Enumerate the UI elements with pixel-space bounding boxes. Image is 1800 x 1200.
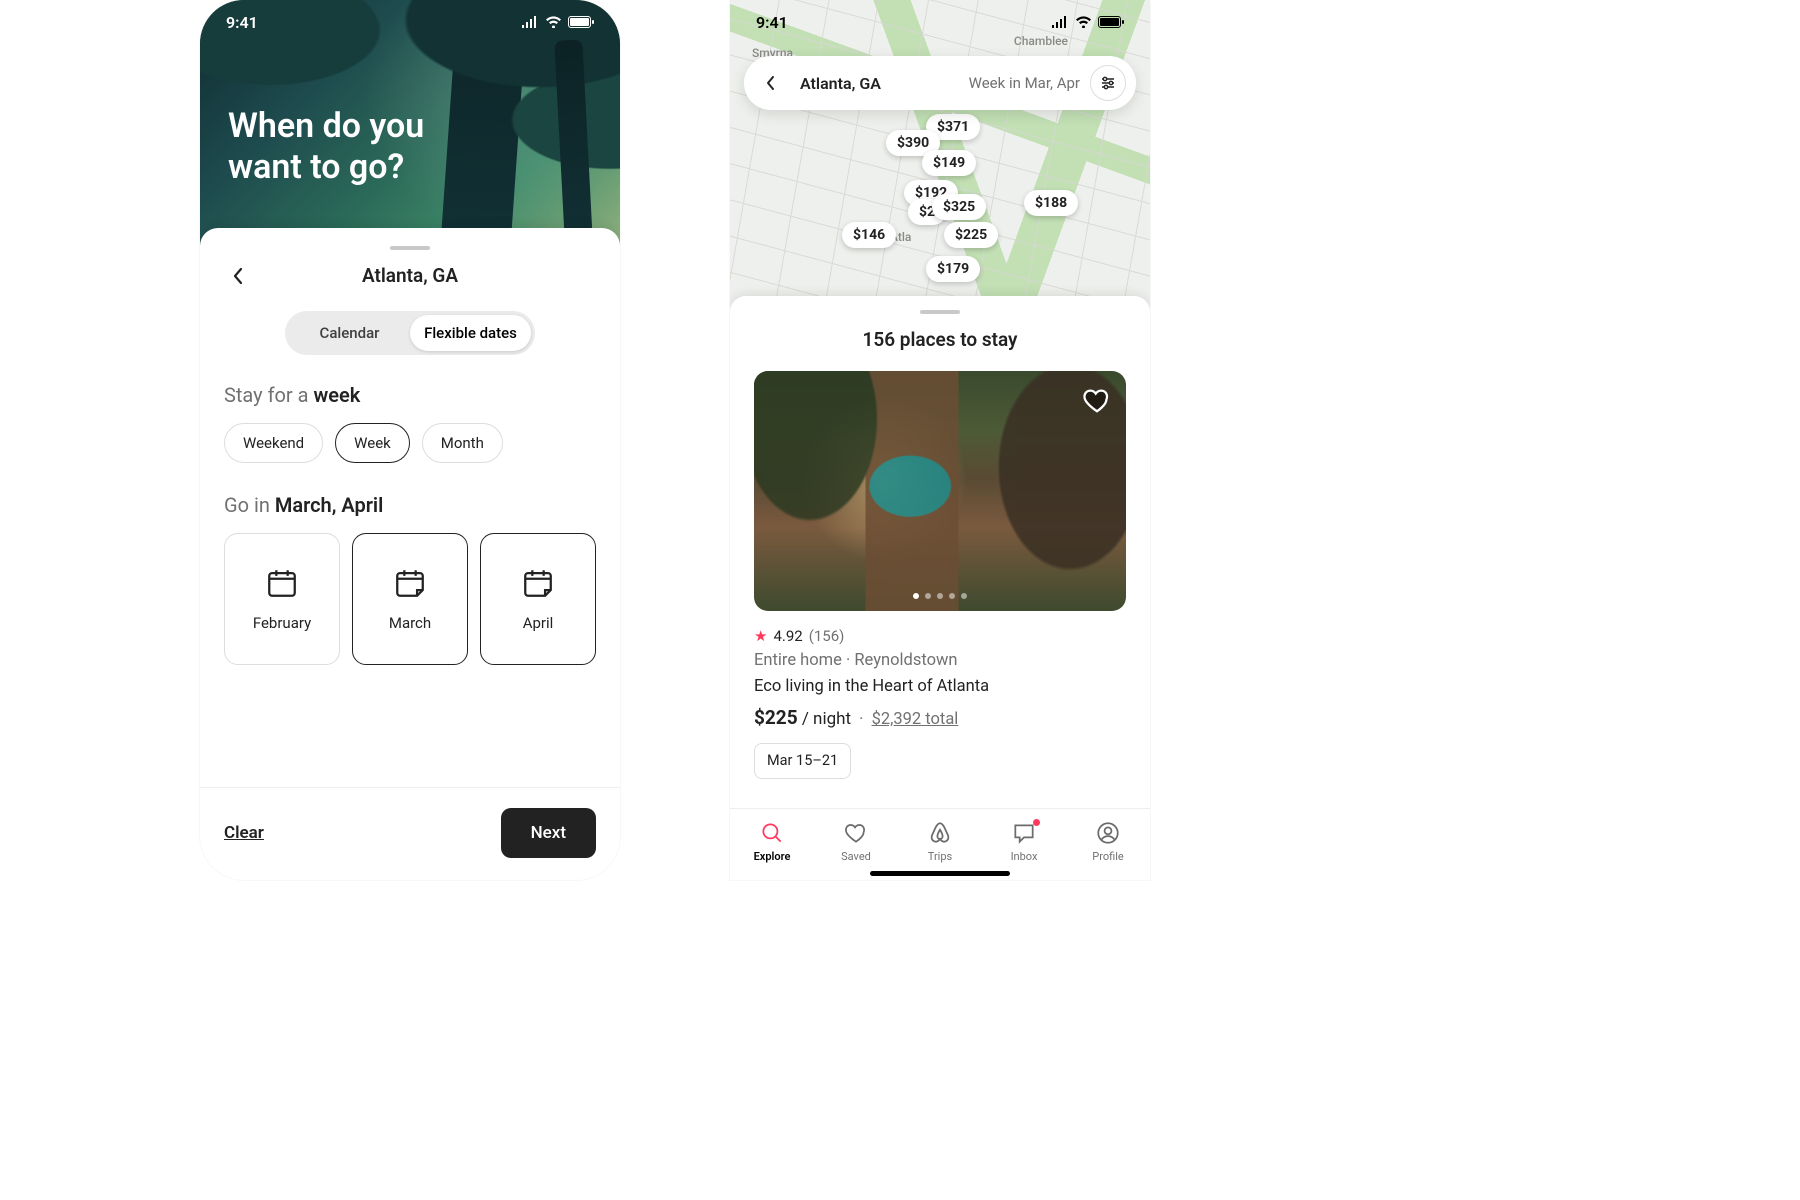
segment-calendar[interactable]: Calendar	[289, 315, 410, 351]
go-value: March, April	[275, 493, 383, 517]
wifi-icon	[545, 16, 562, 28]
search-bar[interactable]: Atlanta, GA Week in Mar, Apr	[744, 56, 1136, 110]
status-icons	[1051, 16, 1124, 28]
signal-icon	[1051, 16, 1069, 28]
tab-label: Trips	[928, 850, 952, 863]
month-march[interactable]: March	[352, 533, 468, 665]
tab-label: Profile	[1092, 850, 1123, 863]
status-icons	[521, 16, 594, 28]
stay-duration-label: Stay for a week	[224, 383, 596, 407]
tab-inbox[interactable]: Inbox	[982, 809, 1066, 874]
rating-value: 4.92	[773, 625, 802, 648]
stay-prefix: Stay for a	[224, 383, 314, 407]
review-count: (156)	[809, 625, 845, 648]
back-button[interactable]	[224, 262, 252, 290]
tab-label: Explore	[754, 850, 791, 863]
battery-icon	[1098, 16, 1124, 28]
star-icon: ★	[754, 625, 767, 648]
month-april[interactable]: April	[480, 533, 596, 665]
go-in-label: Go in March, April	[224, 493, 596, 517]
search-results-screen: Chamblee Smyrna De Atla $371 $390 $149 $…	[730, 0, 1150, 880]
results-count-title: 156 places to stay	[754, 328, 1126, 351]
tab-explore[interactable]: Explore	[730, 809, 814, 874]
month-label: March	[389, 614, 431, 632]
stay-value: week	[314, 383, 361, 407]
listing-card[interactable]: ★ 4.92 (156) Entire home · Reynoldstown …	[754, 625, 1126, 779]
map-price-pin[interactable]: $146	[842, 222, 896, 248]
duration-weekend[interactable]: Weekend	[224, 423, 323, 463]
filters-button[interactable]	[1090, 65, 1126, 101]
search-dates: Week in Mar, Apr	[969, 74, 1080, 92]
sheet-grabber[interactable]	[920, 310, 960, 314]
calendar-icon	[265, 566, 299, 600]
status-bar: 9:41	[200, 0, 620, 44]
map-price-pin[interactable]: $149	[922, 150, 976, 176]
notification-dot	[1033, 819, 1040, 826]
battery-icon	[568, 16, 594, 28]
month-label: February	[253, 614, 311, 632]
calendar-fold-icon	[521, 566, 555, 600]
map-price-pin[interactable]: $179	[926, 256, 980, 282]
map[interactable]: Chamblee Smyrna De Atla $371 $390 $149 $…	[730, 0, 1150, 308]
tab-label: Inbox	[1011, 850, 1038, 863]
flexible-dates-screen: When do you want to go? 9:41 Atlanta, GA…	[200, 0, 620, 880]
hero-title: When do you want to go?	[228, 106, 488, 188]
status-bar: 9:41	[730, 0, 1150, 44]
sliders-icon	[1100, 75, 1116, 91]
sheet-header: Atlanta, GA	[224, 264, 596, 287]
tab-label: Saved	[841, 850, 871, 863]
profile-icon	[1095, 820, 1121, 846]
rating-row: ★ 4.92 (156)	[754, 625, 1126, 648]
status-time: 9:41	[226, 13, 258, 32]
search-back-button[interactable]	[750, 63, 790, 103]
price-total[interactable]: $2,392 total	[872, 710, 959, 729]
duration-options: Weekend Week Month	[224, 423, 596, 463]
map-price-pin[interactable]: $225	[944, 222, 998, 248]
tab-profile[interactable]: Profile	[1066, 809, 1150, 874]
next-button[interactable]: Next	[501, 808, 596, 858]
results-sheet: 156 places to stay ★ 4.92 (156) Entire h…	[730, 296, 1150, 880]
wifi-icon	[1075, 16, 1092, 28]
calendar-fold-icon	[393, 566, 427, 600]
heart-icon	[843, 820, 869, 846]
date-chip[interactable]: Mar 15–21	[754, 743, 851, 779]
listing-title: Eco living in the Heart of Atlanta	[754, 674, 1126, 700]
duration-week[interactable]: Week	[335, 423, 410, 463]
month-february[interactable]: February	[224, 533, 340, 665]
clear-button[interactable]: Clear	[224, 823, 264, 843]
tab-trips[interactable]: Trips	[898, 809, 982, 874]
segment-flexible[interactable]: Flexible dates	[410, 315, 531, 351]
map-price-pin[interactable]: $325	[932, 194, 986, 220]
home-indicator[interactable]	[870, 871, 1010, 876]
tab-saved[interactable]: Saved	[814, 809, 898, 874]
listing-image[interactable]	[754, 371, 1126, 611]
chevron-left-icon	[232, 267, 244, 285]
status-time: 9:41	[756, 13, 788, 32]
heart-icon	[1082, 385, 1112, 415]
search-location: Atlanta, GA	[800, 74, 881, 93]
month-options[interactable]: February March April	[224, 533, 596, 665]
map-price-pin[interactable]: $188	[1024, 190, 1078, 216]
signal-icon	[521, 16, 539, 28]
airbnb-logo-icon	[927, 820, 953, 846]
go-prefix: Go in	[224, 493, 275, 517]
wishlist-button[interactable]	[1082, 385, 1112, 415]
listing-subtitle: Entire home · Reynoldstown	[754, 648, 1126, 674]
price-per: / night	[798, 709, 851, 729]
price-amount: $225	[754, 706, 798, 729]
sheet-location-title: Atlanta, GA	[362, 264, 458, 287]
month-label: April	[523, 614, 554, 632]
price-row: $225 / night · $2,392 total	[754, 703, 1126, 733]
date-picker-sheet: Atlanta, GA Calendar Flexible dates Stay…	[200, 228, 620, 880]
sheet-footer: Clear Next	[200, 787, 620, 858]
search-icon	[759, 820, 785, 846]
image-pagination-dots	[754, 593, 1126, 599]
chevron-left-icon	[765, 75, 775, 91]
separator-dot: ·	[859, 710, 863, 729]
duration-month[interactable]: Month	[422, 423, 503, 463]
bottom-tab-bar: Explore Saved Trips Inbox Profile	[730, 808, 1150, 880]
sheet-grabber[interactable]	[390, 246, 430, 250]
date-mode-segmented: Calendar Flexible dates	[285, 311, 535, 355]
